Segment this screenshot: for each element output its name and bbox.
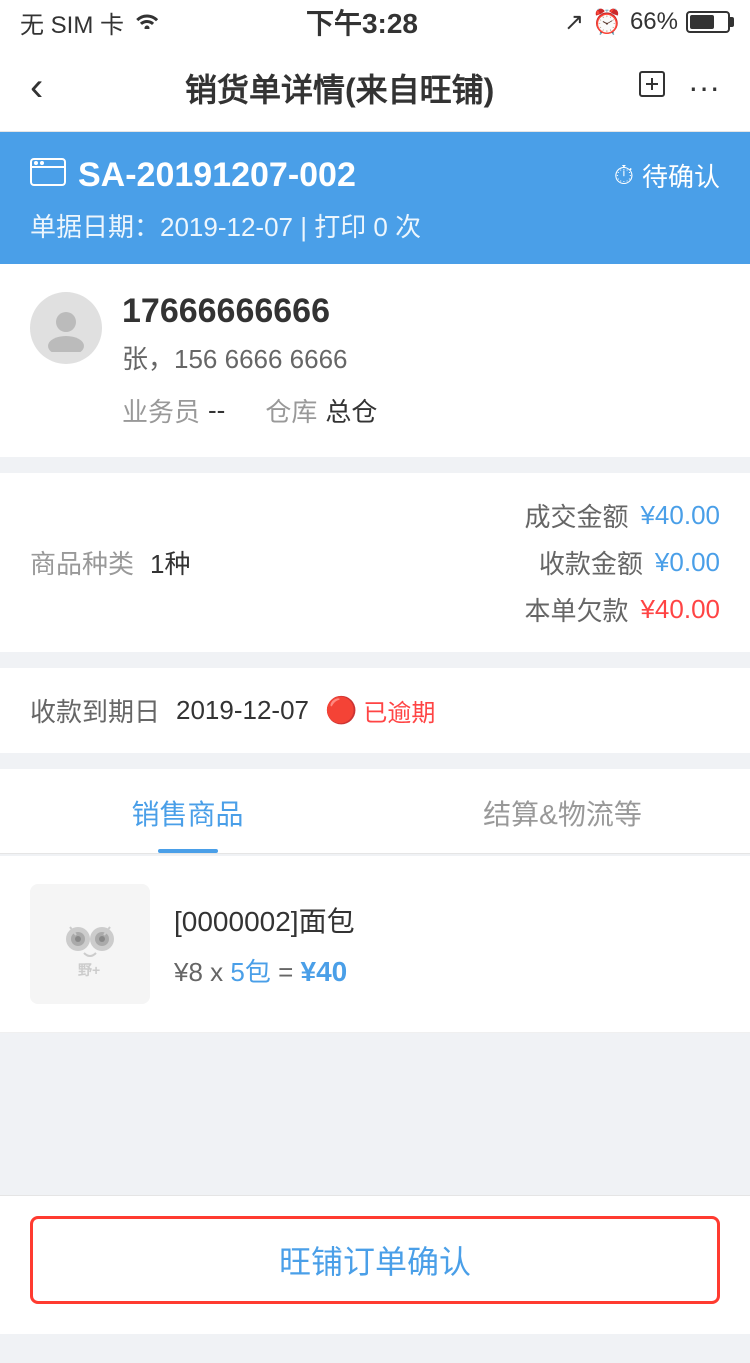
product-price: ¥8 <box>174 957 203 987</box>
tab-settlement[interactable]: 结算&物流等 <box>375 769 750 853</box>
order-id: SA-20191207-002 <box>78 156 356 195</box>
customer-phone: 17666666666 <box>122 292 720 331</box>
order-status: ⏱ 待确认 <box>614 157 720 194</box>
salesperson-label: 业务员 <box>122 392 200 429</box>
transaction-row: 成交金额 ¥40.00 <box>524 497 720 534</box>
transaction-value: ¥40.00 <box>640 500 720 531</box>
status-left: 无 SIM 卡 <box>20 5 160 40</box>
collection-value: ¥0.00 <box>655 547 720 578</box>
status-right: ↗ ⏰ 66% <box>564 8 730 37</box>
order-icon <box>30 157 66 194</box>
time-display: 下午3:28 <box>306 2 418 42</box>
summary-section: 商品种类 1种 成交金额 ¥40.00 收款金额 ¥0.00 本单欠款 ¥40.… <box>0 473 750 652</box>
transaction-label: 成交金额 <box>524 497 628 534</box>
battery-icon <box>686 11 730 33</box>
carrier-label: 无 SIM 卡 <box>20 5 124 40</box>
customer-section: 17666666666 张，156 6666 6666 业务员 -- 仓库 总仓 <box>0 264 750 457</box>
overdue-text: 已逾期 <box>363 693 435 728</box>
collection-row: 收款金额 ¥0.00 <box>539 544 720 581</box>
customer-info: 17666666666 张，156 6666 6666 业务员 -- 仓库 总仓 <box>122 292 720 429</box>
warehouse-value: 总仓 <box>325 392 377 429</box>
back-button[interactable]: ‹ <box>30 65 43 110</box>
alarm-icon: ⏰ <box>592 8 622 37</box>
product-qty: 5包 <box>230 957 270 987</box>
equals-sign: = <box>278 957 300 987</box>
product-total: ¥40 <box>301 956 348 987</box>
battery-percent: 66% <box>630 8 678 36</box>
order-banner: SA-20191207-002 ⏱ 待确认 单据日期：2019-12-07 | … <box>0 132 750 264</box>
nav-actions: ··· <box>636 68 720 108</box>
nav-bar: ‹ 销货单详情(来自旺铺) ··· <box>0 44 750 132</box>
product-price-row: ¥8 x 5包 = ¥40 <box>174 952 720 989</box>
product-info: [0000002]面包 ¥8 x 5包 = ¥40 <box>174 900 720 989</box>
svg-text:野+: 野+ <box>78 962 100 978</box>
owed-row: 本单欠款 ¥40.00 <box>524 591 720 628</box>
order-date: 单据日期：2019-12-07 | 打印 0 次 <box>30 207 720 244</box>
warehouse-label: 仓库 <box>265 392 317 429</box>
product-type-value: 1种 <box>150 544 190 581</box>
avatar <box>30 292 102 364</box>
status-bar: 无 SIM 卡 下午3:28 ↗ ⏰ 66% <box>0 0 750 44</box>
page-title: 销货单详情(来自旺铺) <box>185 65 494 111</box>
tab-sales-products[interactable]: 销售商品 <box>0 769 375 853</box>
status-clock-icon: ⏱ <box>614 160 634 192</box>
status-label: 待确认 <box>642 157 720 194</box>
customer-name: 张，156 6666 6666 <box>122 339 720 376</box>
product-type-label: 商品种类 <box>30 544 134 581</box>
due-label: 收款到期日 <box>30 692 160 729</box>
salesperson-item: 业务员 -- <box>122 392 225 429</box>
share-button[interactable] <box>636 68 668 108</box>
product-name: [0000002]面包 <box>174 900 720 940</box>
due-date-value: 2019-12-07 <box>176 695 309 726</box>
location-icon: ↗ <box>564 8 584 37</box>
owed-value: ¥40.00 <box>640 594 720 625</box>
product-section: 野+ [0000002]面包 ¥8 x 5包 = ¥40 <box>0 856 750 1033</box>
product-thumbnail: 野+ <box>30 884 150 1004</box>
bottom-bar: 旺铺订单确认 <box>0 1195 750 1334</box>
wifi-icon <box>134 8 160 36</box>
confirm-order-button[interactable]: 旺铺订单确认 <box>30 1216 720 1304</box>
more-button[interactable]: ··· <box>688 69 720 106</box>
overdue-badge: 🔴 已逾期 <box>325 693 435 728</box>
owed-label: 本单欠款 <box>524 591 628 628</box>
tab-settlement-label: 结算&物流等 <box>483 799 642 830</box>
multiply-sign: x <box>210 957 223 987</box>
due-date-section: 收款到期日 2019-12-07 🔴 已逾期 <box>0 668 750 753</box>
tab-sales-label: 销售商品 <box>131 799 243 830</box>
tabs-bar: 销售商品 结算&物流等 <box>0 769 750 854</box>
collection-label: 收款金额 <box>539 544 643 581</box>
warehouse-item: 仓库 总仓 <box>265 392 377 429</box>
salesperson-value: -- <box>208 395 225 426</box>
overdue-icon: 🔴 <box>325 695 357 726</box>
product-item: 野+ [0000002]面包 ¥8 x 5包 = ¥40 <box>0 856 750 1033</box>
